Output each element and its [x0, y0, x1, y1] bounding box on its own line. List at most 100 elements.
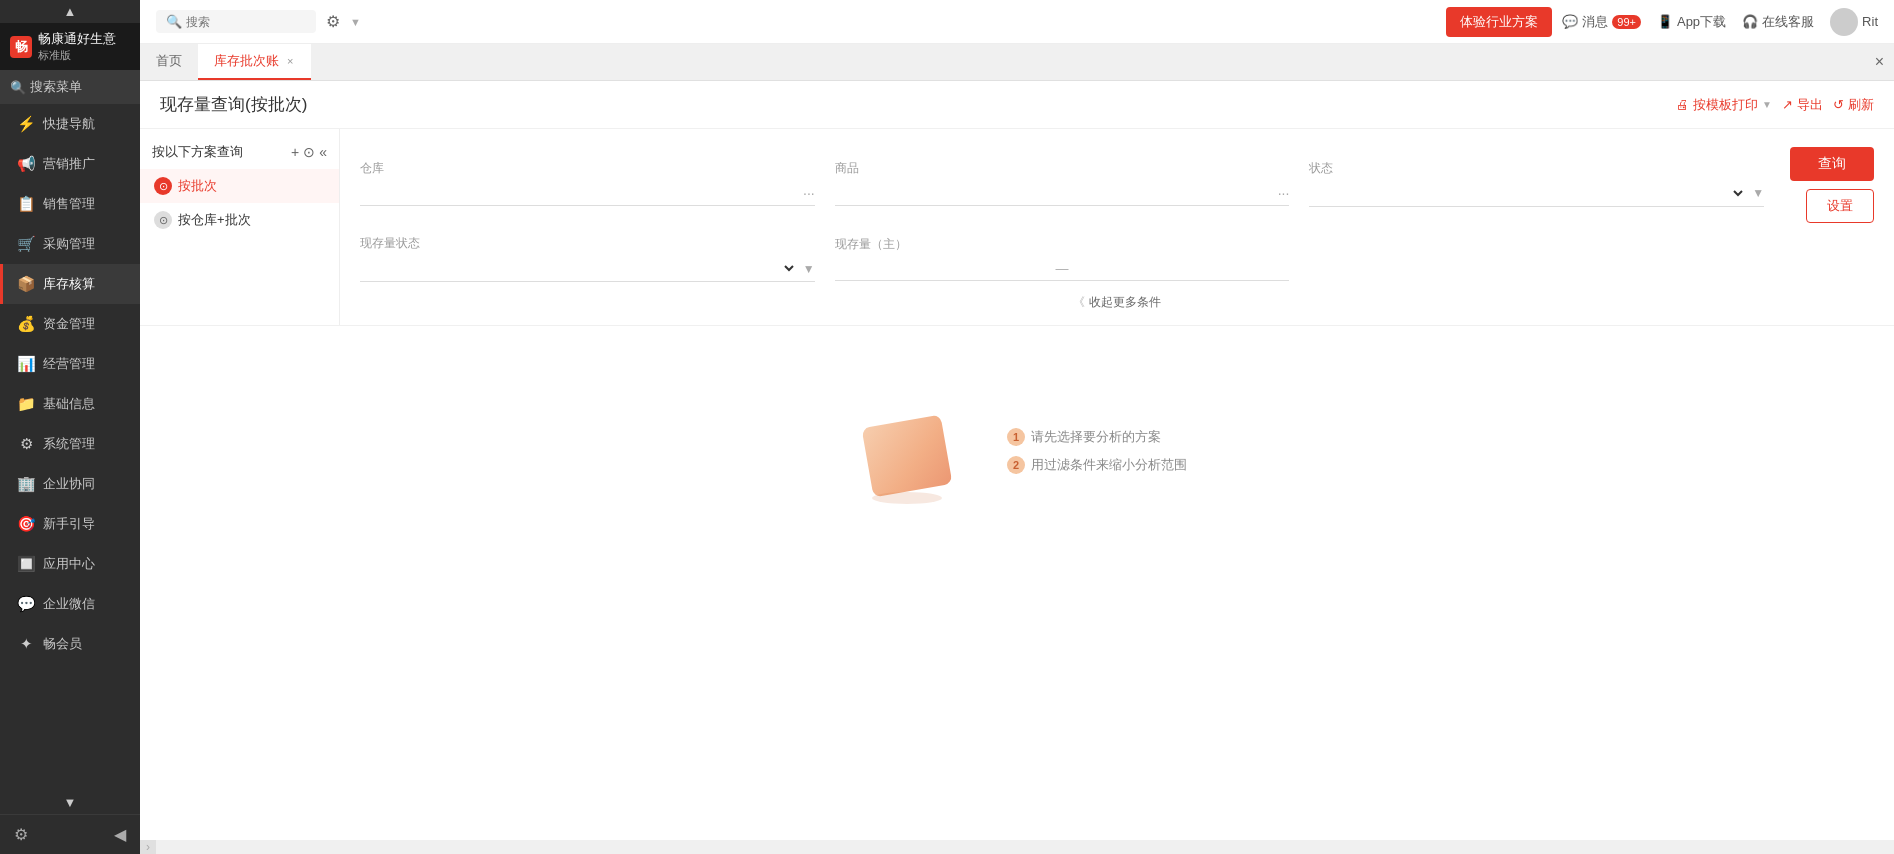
sidebar-item-purchase[interactable]: 🛒 采购管理: [0, 224, 140, 264]
warehouse-input[interactable]: [360, 186, 797, 201]
scheme-icon-red: ⊙: [154, 177, 172, 195]
scheme-panel-actions: + ⊙ «: [291, 144, 327, 160]
add-scheme-icon[interactable]: +: [291, 144, 299, 160]
app-subtitle: 标准版: [38, 48, 116, 62]
sidebar: ▲ 畅 畅康通好生意 标准版 🔍 搜索菜单 ⚡ 快捷导航 📢 营销推广 📋 销售…: [0, 0, 140, 854]
dropdown-arrow-icon: ▼: [350, 16, 361, 28]
purchase-icon: 🛒: [17, 235, 35, 253]
status-arrow-icon: ▼: [1752, 186, 1764, 200]
scheme-collapse-icon[interactable]: «: [319, 144, 327, 160]
basic-icon: 📁: [17, 395, 35, 413]
inventory-qty-to-input[interactable]: [1075, 261, 1290, 276]
warehouse-dots-btn[interactable]: ···: [803, 185, 815, 201]
experience-btn[interactable]: 体验行业方案: [1446, 7, 1552, 37]
collapse-sidebar-icon[interactable]: ◀: [114, 825, 126, 844]
settings-icon[interactable]: ⚙: [14, 825, 28, 844]
product-input-wrap: ···: [835, 181, 1290, 206]
guide-icon: 🎯: [17, 515, 35, 533]
collapse-icon: 《: [1073, 294, 1085, 311]
scheme-item-by-batch[interactable]: ⊙ 按批次: [140, 169, 339, 203]
avatar: [1830, 8, 1858, 36]
app-download-label: App下载: [1677, 13, 1726, 31]
export-label: 导出: [1797, 96, 1823, 114]
collapse-conditions-btn[interactable]: 《 收起更多条件: [1073, 294, 1161, 311]
template-print-btn[interactable]: 🖨 按模板打印 ▼: [1676, 96, 1772, 114]
query-btn[interactable]: 查询: [1790, 147, 1874, 181]
tab-inventory-batch-label: 库存批次账: [214, 52, 279, 70]
inventory-status-select[interactable]: [360, 260, 797, 277]
tab-home[interactable]: 首页: [140, 44, 198, 80]
hint-text-2: 用过滤条件来缩小分析范围: [1031, 456, 1187, 474]
scheme-item-by-warehouse-batch[interactable]: ⊙ 按仓库+批次: [140, 203, 339, 237]
customer-service-btn[interactable]: 🎧 在线客服: [1742, 13, 1814, 31]
product-dots-btn[interactable]: ···: [1278, 185, 1290, 201]
finance-icon: 💰: [17, 315, 35, 333]
inventory-qty-from-input[interactable]: [835, 261, 1050, 276]
empty-hint-2: 2 用过滤条件来缩小分析范围: [1007, 456, 1187, 474]
scheme-settings-icon[interactable]: ⊙: [303, 144, 315, 160]
empty-state: 1 请先选择要分析的方案 2 用过滤条件来缩小分析范围: [140, 326, 1894, 586]
empty-box-shadow: [872, 492, 942, 504]
sidebar-search-label: 搜索菜单: [30, 78, 82, 96]
message-icon: 💬: [1562, 14, 1578, 29]
sidebar-item-label: 应用中心: [43, 555, 95, 573]
sidebar-item-marketing[interactable]: 📢 营销推广: [0, 144, 140, 184]
sidebar-item-operation[interactable]: 📊 经营管理: [0, 344, 140, 384]
phone-icon: 📱: [1657, 14, 1673, 29]
gear-icon[interactable]: ⚙: [326, 12, 340, 31]
message-btn[interactable]: 💬 消息 99+: [1562, 13, 1641, 31]
refresh-btn[interactable]: ↺ 刷新: [1833, 96, 1874, 114]
printer-icon: 🖨: [1676, 97, 1689, 112]
sidebar-scroll-up[interactable]: ▲: [0, 0, 140, 23]
topbar-search-input[interactable]: [186, 15, 286, 29]
system-icon: ⚙: [17, 435, 35, 453]
scheme-panel-title: 按以下方案查询: [152, 143, 243, 161]
sidebar-item-enterprise[interactable]: 🏢 企业协同: [0, 464, 140, 504]
product-label: 商品: [835, 160, 1290, 177]
tab-inventory-batch[interactable]: 库存批次账 ×: [198, 44, 311, 80]
sidebar-item-app-center[interactable]: 🔲 应用中心: [0, 544, 140, 584]
filter-btn-col: 查询 设置: [1784, 143, 1874, 223]
product-input[interactable]: [835, 186, 1272, 201]
range-separator: —: [1056, 261, 1069, 276]
sidebar-item-guide[interactable]: 🎯 新手引导: [0, 504, 140, 544]
sidebar-scroll-down[interactable]: ▼: [0, 791, 140, 814]
sidebar-item-quick-nav[interactable]: ⚡ 快捷导航: [0, 104, 140, 144]
export-btn[interactable]: ↗ 导出: [1782, 96, 1823, 114]
empty-hint-list: 1 请先选择要分析的方案 2 用过滤条件来缩小分析范围: [1007, 428, 1187, 484]
hint-num-1: 1: [1007, 428, 1025, 446]
tabbar: 首页 库存批次账 × ×: [140, 44, 1894, 81]
wechat-icon: 💬: [17, 595, 35, 613]
sidebar-item-label: 营销推广: [43, 155, 95, 173]
filter-group-status: 状态 ▼: [1309, 160, 1764, 207]
filter-group-inventory-status: 现存量状态 ▼: [360, 235, 815, 282]
sidebar-item-label: 采购管理: [43, 235, 95, 253]
sidebar-item-basic[interactable]: 📁 基础信息: [0, 384, 140, 424]
sidebar-item-wechat[interactable]: 💬 企业微信: [0, 584, 140, 624]
chevron-down-icon: ▼: [64, 795, 77, 810]
sidebar-item-label: 企业协同: [43, 475, 95, 493]
status-select-wrap: ▼: [1309, 181, 1764, 207]
user-avatar-area[interactable]: Rit: [1830, 8, 1878, 36]
sidebar-item-member[interactable]: ✦ 畅会员: [0, 624, 140, 664]
topbar-search-area[interactable]: 🔍: [156, 10, 316, 33]
filter-bottom-row: 《 收起更多条件: [360, 294, 1874, 311]
filter-group-warehouse: 仓库 ···: [360, 160, 815, 206]
right-panel-toggle[interactable]: ›: [140, 840, 156, 854]
app-download-btn[interactable]: 📱 App下载: [1657, 13, 1726, 31]
hint-text-1: 请先选择要分析的方案: [1031, 428, 1161, 446]
sidebar-item-sales[interactable]: 📋 销售管理: [0, 184, 140, 224]
status-select[interactable]: [1309, 185, 1746, 202]
sidebar-item-finance[interactable]: 💰 资金管理: [0, 304, 140, 344]
sidebar-item-system[interactable]: ⚙ 系统管理: [0, 424, 140, 464]
message-badge: 99+: [1612, 15, 1641, 29]
hint-num-2: 2: [1007, 456, 1025, 474]
collapse-label: 收起更多条件: [1089, 294, 1161, 311]
panel-close-btn[interactable]: ×: [1865, 47, 1894, 77]
sidebar-search[interactable]: 🔍 搜索菜单: [0, 70, 140, 104]
sidebar-footer: ⚙ ◀: [0, 814, 140, 854]
inventory-status-label: 现存量状态: [360, 235, 815, 252]
settings-btn[interactable]: 设置: [1806, 189, 1874, 223]
tab-close-icon[interactable]: ×: [285, 54, 295, 69]
sidebar-item-inventory[interactable]: 📦 库存核算: [0, 264, 140, 304]
